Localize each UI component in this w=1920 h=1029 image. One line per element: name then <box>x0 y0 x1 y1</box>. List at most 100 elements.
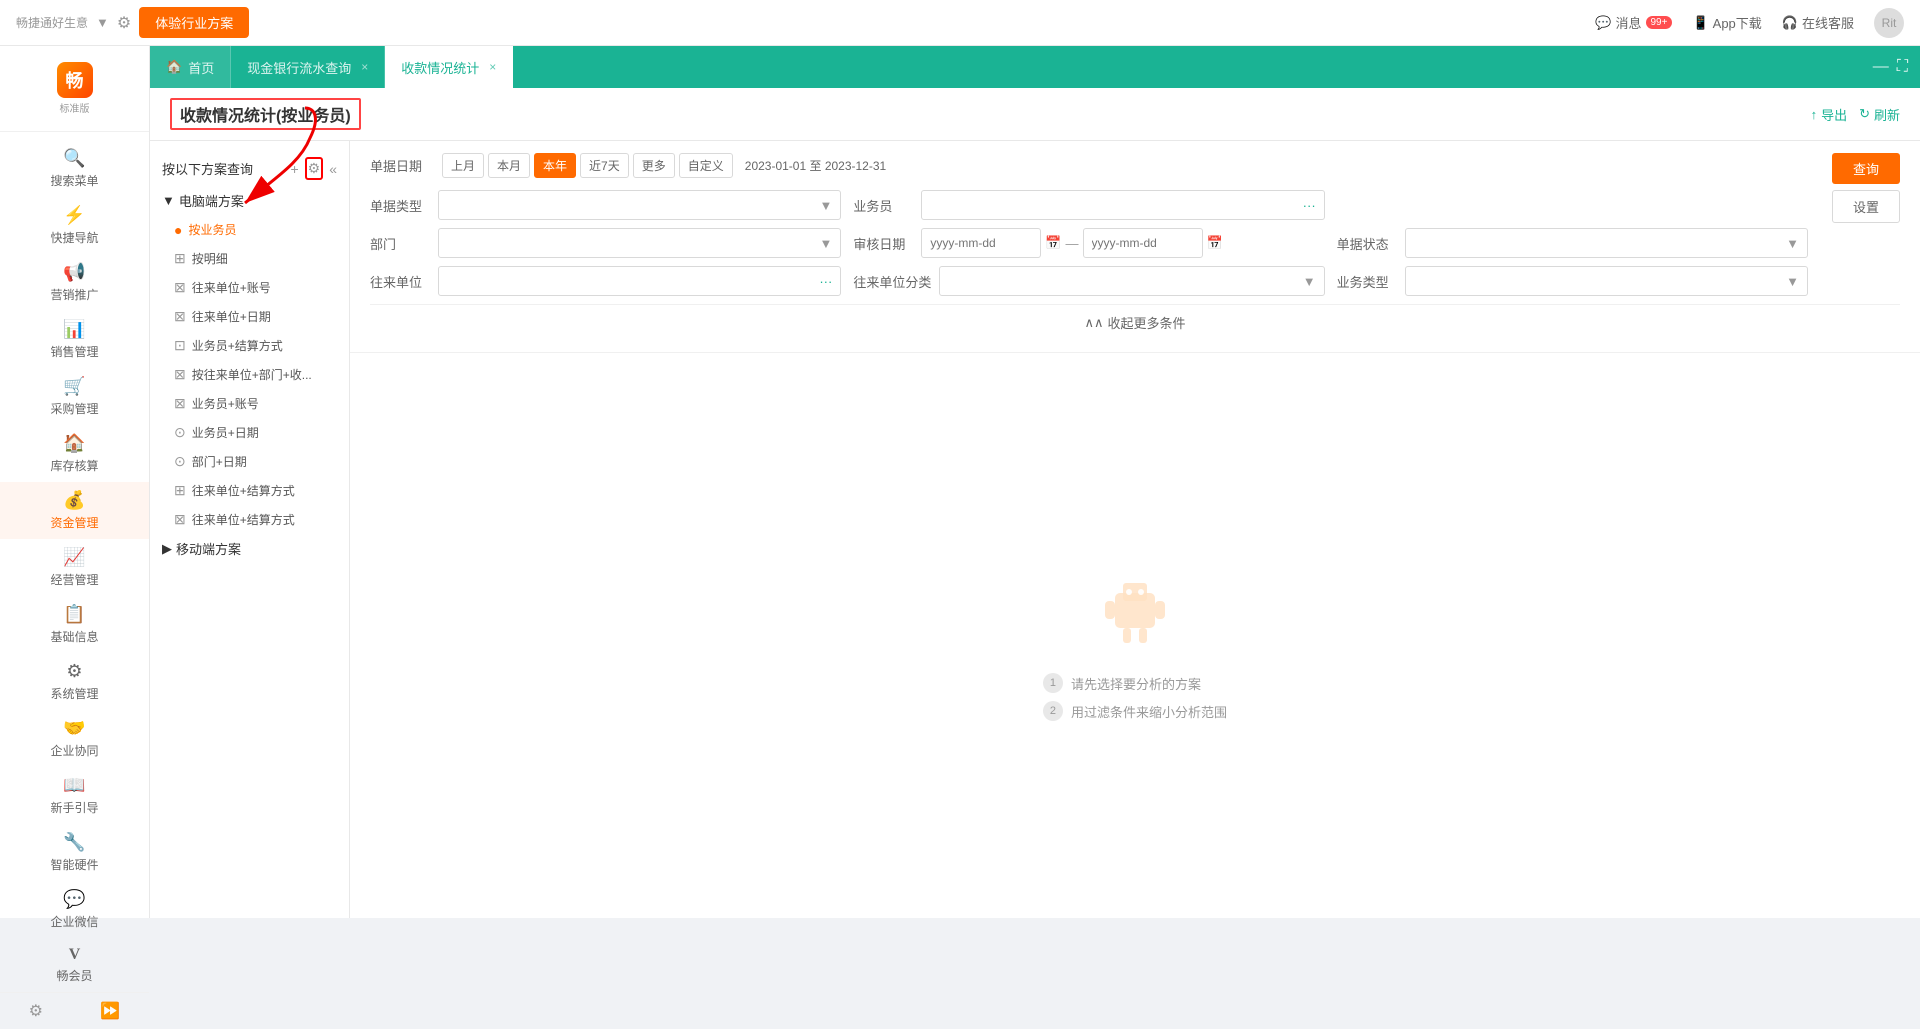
scheme-settings-icon[interactable]: ⚙ <box>305 157 324 180</box>
sidebar-item-search-menu[interactable]: 🔍 搜索菜单 <box>0 140 149 197</box>
export-label: 导出 <box>1821 105 1847 124</box>
add-scheme-icon[interactable]: + <box>290 161 298 177</box>
settings-footer-icon[interactable]: ⚙ <box>29 1001 43 1021</box>
sidebar-item-guide[interactable]: 📖 新手引导 <box>0 767 149 824</box>
export-button[interactable]: ↑ 导出 <box>1811 105 1848 124</box>
sidebar-item-finance[interactable]: 💰 资金管理 <box>0 482 149 539</box>
counterpart-category-chevron: ▼ <box>1303 274 1316 289</box>
date-btn-more[interactable]: 更多 <box>633 153 675 178</box>
scheme-counterpart-settle1[interactable]: ⊞ 往来单位+结算方式 <box>150 476 349 505</box>
salesperson-date-icon: ⊙ <box>174 424 186 441</box>
scheme-counterpart-settle2[interactable]: ⊠ 往来单位+结算方式 <box>150 505 349 534</box>
sidebar-item-smart-hw[interactable]: 🔧 智能硬件 <box>0 824 149 881</box>
sidebar-label-enterprise: 企业协同 <box>50 742 98 759</box>
filter-field-counterpart: 往来单位 ··· <box>370 266 841 296</box>
collapse-label: 收起更多条件 <box>1108 313 1186 332</box>
sidebar-item-enterprise[interactable]: 🤝 企业协同 <box>0 710 149 767</box>
query-button[interactable]: 查询 <box>1832 153 1900 184</box>
sidebar-label-warehouse: 库存核算 <box>50 457 98 474</box>
date-btn-this-year[interactable]: 本年 <box>534 153 576 178</box>
trial-button[interactable]: 体验行业方案 <box>139 7 249 38</box>
salesperson-select[interactable]: ··· <box>921 190 1324 220</box>
review-date-start[interactable] <box>921 228 1041 258</box>
sidebar-item-operation[interactable]: 📈 经营管理 <box>0 539 149 596</box>
doc-status-select[interactable]: ▼ <box>1405 228 1808 258</box>
date-btn-this-month[interactable]: 本月 <box>488 153 530 178</box>
counterpart-more-dots[interactable]: ··· <box>819 274 832 289</box>
date-btn-last-month[interactable]: 上月 <box>442 153 484 178</box>
review-date-end[interactable] <box>1083 228 1203 258</box>
collapse-panel-icon[interactable]: « <box>329 161 337 177</box>
sidebar-item-marketing[interactable]: 📢 营销推广 <box>0 254 149 311</box>
counterpart-select[interactable]: ··· <box>438 266 841 296</box>
calendar-start-icon[interactable]: 📅 <box>1045 235 1061 251</box>
sidebar-label-sales: 销售管理 <box>50 343 98 360</box>
tab-home[interactable]: 🏠 首页 <box>150 46 231 88</box>
mobile-schemes: ▶ 移动端方案 <box>150 534 349 563</box>
scheme-dept-date[interactable]: ⊙ 部门+日期 <box>150 447 349 476</box>
mobile-scheme-title[interactable]: ▶ 移动端方案 <box>150 534 349 563</box>
chevron-down-icon[interactable]: ▼ <box>96 15 109 30</box>
marketing-icon: 📢 <box>63 262 85 283</box>
online-service-item[interactable]: 🎧 在线客服 <box>1782 13 1854 32</box>
date-btn-custom[interactable]: 自定义 <box>679 153 733 178</box>
refresh-button[interactable]: ↻ 刷新 <box>1859 105 1900 124</box>
refresh-label: 刷新 <box>1874 105 1900 124</box>
review-date-group: 📅 — 📅 <box>921 228 1222 258</box>
collapse-footer-icon[interactable]: ⏩ <box>100 1001 120 1021</box>
salesperson-settle-label: 业务员+结算方式 <box>192 337 283 354</box>
desktop-scheme-title[interactable]: ▼ 电脑端方案 <box>150 186 349 215</box>
collapse-button[interactable]: ∧∧ 收起更多条件 <box>370 304 1900 340</box>
tab-collection-stats-close[interactable]: × <box>489 60 496 74</box>
content-area: 按以下方案查询 + ⚙ « ▼ 电脑端方案 ● <box>150 141 1920 918</box>
scheme-by-salesperson[interactable]: ● 按业务员 <box>150 215 349 244</box>
breadcrumb: 畅捷通好生意 <box>16 14 88 31</box>
gear-icon[interactable]: ⚙ <box>117 13 131 33</box>
counterpart-category-select[interactable]: ▼ <box>939 266 1324 296</box>
dept-select[interactable]: ▼ <box>438 228 841 258</box>
doc-status-chevron: ▼ <box>1786 236 1799 251</box>
sidebar-label-quick-nav: 快捷导航 <box>50 229 98 246</box>
business-type-select[interactable]: ▼ <box>1405 266 1808 296</box>
scheme-counterpart-account[interactable]: ⊠ 往来单位+账号 <box>150 273 349 302</box>
step-2-number: 2 <box>1043 701 1063 721</box>
warehouse-icon: 🏠 <box>63 433 85 454</box>
sidebar-item-basic-info[interactable]: 📋 基础信息 <box>0 596 149 653</box>
sidebar-item-system[interactable]: ⚙ 系统管理 <box>0 653 149 710</box>
sidebar-item-warehouse[interactable]: 🏠 库存核算 <box>0 425 149 482</box>
tab-maximize-icon[interactable]: ⛶ <box>1897 58 1908 76</box>
scheme-by-detail[interactable]: ⊞ 按明细 <box>150 244 349 273</box>
sidebar-item-wechat[interactable]: 💬 企业微信 <box>0 881 149 938</box>
member-icon: V <box>69 946 81 964</box>
left-panel: 按以下方案查询 + ⚙ « ▼ 电脑端方案 ● <box>150 141 350 918</box>
tab-minimize-icon[interactable]: — <box>1873 58 1889 76</box>
sidebar-item-quick-nav[interactable]: ⚡ 快捷导航 <box>0 197 149 254</box>
salesperson-scheme-label: 按业务员 <box>188 221 236 238</box>
app-download-item[interactable]: 📱 App下载 <box>1692 13 1761 32</box>
scheme-salesperson-settle[interactable]: ⊡ 业务员+结算方式 <box>150 331 349 360</box>
sidebar-item-sales[interactable]: 📊 销售管理 <box>0 311 149 368</box>
sidebar-item-purchase[interactable]: 🛒 采购管理 <box>0 368 149 425</box>
message-badge: 99+ <box>1646 16 1673 29</box>
tab-collection-stats[interactable]: 收款情况统计 × <box>385 46 513 88</box>
empty-state: 1 请先选择要分析的方案 2 用过滤条件来缩小分析范围 <box>350 353 1920 918</box>
tab-bank-flow-close[interactable]: × <box>361 60 368 74</box>
empty-step-2: 2 用过滤条件来缩小分析范围 <box>1043 701 1227 721</box>
scheme-counterpart-dept[interactable]: ⊠ 按往来单位+部门+收... <box>150 360 349 389</box>
doc-type-select[interactable]: ▼ <box>438 190 841 220</box>
salesperson-more-dots[interactable]: ··· <box>1303 198 1316 213</box>
sidebar-label-guide: 新手引导 <box>50 799 98 816</box>
date-btn-7days[interactable]: 近7天 <box>580 153 629 178</box>
scheme-salesperson-date[interactable]: ⊙ 业务员+日期 <box>150 418 349 447</box>
doc-type-chevron: ▼ <box>819 198 832 213</box>
scheme-salesperson-account[interactable]: ⊠ 业务员+账号 <box>150 389 349 418</box>
sidebar-item-member[interactable]: V 畅会员 <box>0 938 149 992</box>
settings-button[interactable]: 设置 <box>1832 190 1900 223</box>
counterpart-dept-icon: ⊠ <box>174 366 186 383</box>
user-avatar[interactable]: Rit <box>1874 8 1904 38</box>
scheme-counterpart-date[interactable]: ⊠ 往来单位+日期 <box>150 302 349 331</box>
tab-bank-flow[interactable]: 现金银行流水查询 × <box>231 46 385 88</box>
desktop-scheme-label: 电脑端方案 <box>179 191 244 210</box>
message-item[interactable]: 💬 消息 99+ <box>1595 13 1672 32</box>
calendar-end-icon[interactable]: 📅 <box>1207 235 1223 251</box>
